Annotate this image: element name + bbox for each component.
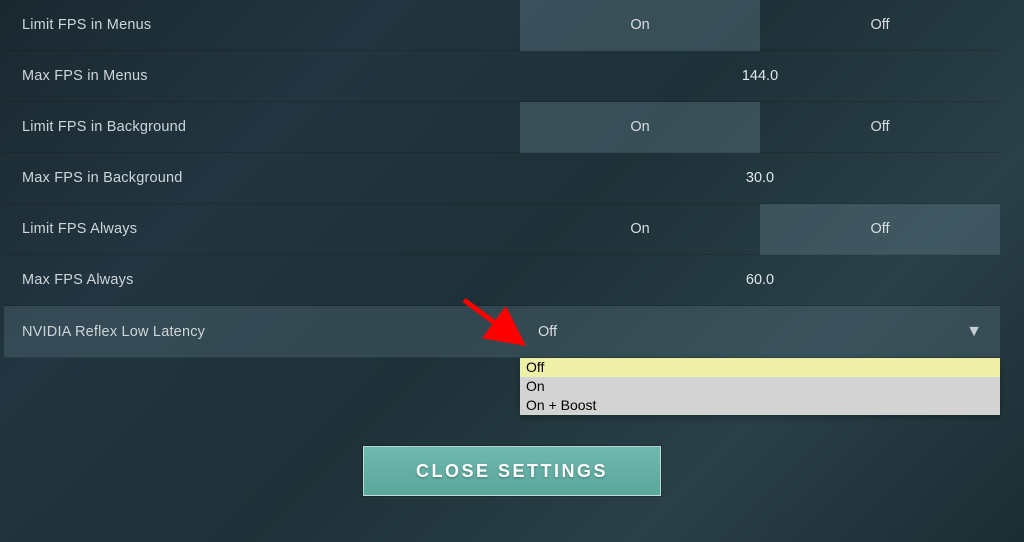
setting-row: Max FPS Always60.0 <box>4 255 1000 306</box>
setting-row: Max FPS in Background30.0 <box>4 153 1000 204</box>
setting-row: Limit FPS in MenusOnOff <box>4 0 1000 51</box>
toggle-option-on[interactable]: On <box>520 204 760 255</box>
toggle-option-off[interactable]: Off <box>760 204 1000 255</box>
dropdown-option[interactable]: On + Boost <box>520 396 1000 415</box>
toggle-option-on[interactable]: On <box>520 102 760 153</box>
chevron-down-icon: ▼ <box>966 323 982 341</box>
dropdown-value: Off <box>538 324 966 340</box>
toggle-option-on[interactable]: On <box>520 0 760 51</box>
setting-row: Limit FPS in BackgroundOnOff <box>4 102 1000 153</box>
setting-value[interactable]: 60.0 <box>520 272 1000 288</box>
setting-label: Limit FPS in Menus <box>4 17 520 33</box>
close-settings-button[interactable]: CLOSE SETTINGS <box>363 446 661 496</box>
setting-row: NVIDIA Reflex Low LatencyOff▼OffOnOn + B… <box>4 306 1000 358</box>
setting-label: Limit FPS Always <box>4 221 520 237</box>
setting-label: Max FPS in Background <box>4 170 520 186</box>
setting-row: Max FPS in Menus144.0 <box>4 51 1000 102</box>
dropdown-option[interactable]: Off <box>520 358 1000 377</box>
toggle-option-off[interactable]: Off <box>760 102 1000 153</box>
dropdown-select[interactable]: Off▼OffOnOn + Boost <box>520 306 1000 357</box>
dropdown-option[interactable]: On <box>520 377 1000 396</box>
setting-label: Limit FPS in Background <box>4 119 520 135</box>
setting-label: Max FPS Always <box>4 272 520 288</box>
setting-value[interactable]: 30.0 <box>520 170 1000 186</box>
setting-value[interactable]: 144.0 <box>520 68 1000 84</box>
setting-row: Limit FPS AlwaysOnOff <box>4 204 1000 255</box>
setting-label: Max FPS in Menus <box>4 68 520 84</box>
toggle-option-off[interactable]: Off <box>760 0 1000 51</box>
setting-label: NVIDIA Reflex Low Latency <box>4 324 520 340</box>
dropdown-list: OffOnOn + Boost <box>520 358 1000 415</box>
